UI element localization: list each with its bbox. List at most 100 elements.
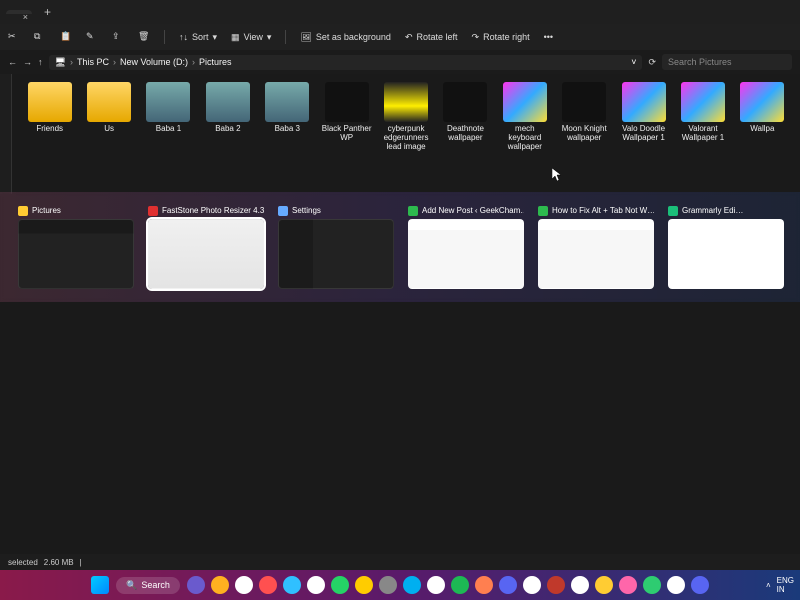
window-card[interactable]: Settings: [278, 206, 394, 289]
close-tab-icon[interactable]: ×: [23, 12, 28, 22]
chevron-down-icon[interactable]: ˅: [631, 57, 636, 67]
forward-button[interactable]: →: [23, 57, 32, 67]
window-thumbnail: [538, 219, 654, 289]
taskbar-app-icon[interactable]: [451, 576, 469, 594]
window-card[interactable]: Add New Post ‹ GeekCham…: [408, 206, 524, 289]
window-title: Add New Post ‹ GeekCham…: [408, 206, 524, 216]
taskbar-app-icon[interactable]: [523, 576, 541, 594]
view-button[interactable]: ▦View▾: [231, 32, 271, 43]
taskbar-app-icon[interactable]: [475, 576, 493, 594]
window-card[interactable]: Grammarly Edi…: [668, 206, 784, 289]
taskbar-app-icon[interactable]: [691, 576, 709, 594]
up-button[interactable]: ↑: [38, 57, 43, 67]
rotate-left-button[interactable]: ↶Rotate left: [405, 32, 458, 43]
window-tab[interactable]: ×: [6, 10, 32, 14]
copy-icon: ⧉: [34, 31, 46, 43]
file-item[interactable]: mech keyboard wallpaper: [499, 82, 550, 186]
nav-pane[interactable]: [0, 74, 12, 194]
file-item[interactable]: Baba 1: [143, 82, 194, 186]
cut-button[interactable]: ✂: [8, 31, 20, 43]
taskbar-app-icon[interactable]: [283, 576, 301, 594]
back-button[interactable]: ←: [8, 57, 17, 67]
start-button[interactable]: [91, 576, 109, 594]
taskbar-app-icon[interactable]: [187, 576, 205, 594]
file-item[interactable]: Wallpa: [737, 82, 788, 186]
app-icon: [408, 206, 418, 216]
taskbar-app-icon[interactable]: [619, 576, 637, 594]
sort-icon: ↑↓: [179, 32, 188, 42]
taskbar-app-icon[interactable]: [211, 576, 229, 594]
refresh-button[interactable]: ⟳: [648, 57, 656, 68]
window-title: Grammarly Edi…: [668, 206, 784, 216]
taskbar-app-icon[interactable]: [547, 576, 565, 594]
file-label: Baba 2: [215, 125, 240, 134]
more-button[interactable]: •••: [544, 32, 553, 42]
window-card[interactable]: How to Fix Alt + Tab Not W…: [538, 206, 654, 289]
crumb-volume[interactable]: New Volume (D:): [120, 57, 188, 67]
file-label: Us: [104, 125, 114, 134]
taskbar-app-icon[interactable]: [235, 576, 253, 594]
status-bar: selected 2.60 MB |: [0, 554, 800, 570]
file-label: cyberpunk edgerunners lead image: [380, 125, 431, 151]
crumb-this-pc[interactable]: This PC: [77, 57, 109, 67]
window-card[interactable]: FastStone Photo Resizer 4.3: [148, 206, 264, 289]
taskbar-app-icon[interactable]: [571, 576, 589, 594]
sort-button[interactable]: ↑↓Sort▾: [179, 32, 217, 43]
taskbar-app-icon[interactable]: [403, 576, 421, 594]
chevron-right-icon: ›: [113, 57, 116, 67]
share-icon: ⇪: [112, 31, 124, 43]
file-item[interactable]: Friends: [24, 82, 75, 186]
file-item[interactable]: Valorant Wallpaper 1: [677, 82, 728, 186]
taskbar-app-icon[interactable]: [499, 576, 517, 594]
window-card[interactable]: Pictures: [18, 206, 134, 289]
taskbar-app-icon[interactable]: [331, 576, 349, 594]
taskbar-app-icon[interactable]: [355, 576, 373, 594]
file-item[interactable]: cyberpunk edgerunners lead image: [380, 82, 431, 186]
language-indicator[interactable]: ENGIN: [777, 576, 794, 594]
taskbar-app-icon[interactable]: [259, 576, 277, 594]
new-tab-button[interactable]: +: [40, 5, 55, 19]
file-item[interactable]: Baba 3: [262, 82, 313, 186]
thumbnail: [740, 82, 784, 122]
paste-button[interactable]: 📋: [60, 31, 72, 43]
window-title: Settings: [278, 206, 394, 216]
file-item[interactable]: Baba 2: [202, 82, 253, 186]
taskbar-search[interactable]: 🔍Search: [116, 577, 180, 594]
file-item[interactable]: Moon Knight wallpaper: [559, 82, 610, 186]
rename-icon: ✎: [86, 31, 98, 43]
search-input[interactable]: Search Pictures: [662, 54, 792, 70]
rename-button[interactable]: ✎: [86, 31, 98, 43]
separator: [164, 30, 165, 44]
set-background-button[interactable]: 🖼Set as background: [300, 32, 391, 43]
alt-tab-switcher[interactable]: PicturesFastStone Photo Resizer 4.3 Setti…: [0, 192, 800, 302]
view-icon: ▦: [231, 32, 240, 43]
crumb-pictures[interactable]: Pictures: [199, 57, 232, 67]
taskbar-app-icon[interactable]: [379, 576, 397, 594]
clipboard-icon: 📋: [60, 31, 72, 43]
file-item[interactable]: Deathnote wallpaper: [440, 82, 491, 186]
delete-button[interactable]: 🗑: [138, 31, 150, 43]
taskbar-app-icon[interactable]: [667, 576, 685, 594]
taskbar-app-icon[interactable]: [595, 576, 613, 594]
image-icon: 🖼: [300, 32, 311, 43]
file-item[interactable]: Black Panther WP: [321, 82, 372, 186]
taskbar-app-icon[interactable]: [427, 576, 445, 594]
breadcrumb[interactable]: 🖥 › This PC › New Volume (D:) › Pictures…: [49, 55, 643, 70]
chevron-down-icon: ▾: [213, 32, 218, 43]
share-button[interactable]: ⇪: [112, 31, 124, 43]
taskbar-app-icon[interactable]: [643, 576, 661, 594]
status-size: 2.60 MB: [44, 558, 74, 567]
file-item[interactable]: Valo Doodle Wallpaper 1: [618, 82, 669, 186]
separator: [285, 30, 286, 44]
copy-button[interactable]: ⧉: [34, 31, 46, 43]
window-thumbnail: [408, 219, 524, 289]
chevron-up-icon[interactable]: ˄: [766, 581, 771, 590]
system-tray[interactable]: ˄ ENGIN: [766, 576, 794, 594]
taskbar-app-icon[interactable]: [307, 576, 325, 594]
thumbnail: [443, 82, 487, 122]
rotate-right-button[interactable]: ↷Rotate right: [472, 32, 530, 43]
file-item[interactable]: Us: [83, 82, 134, 186]
file-label: Wallpa: [750, 125, 774, 134]
app-icon: [148, 206, 158, 216]
app-icon: [538, 206, 548, 216]
